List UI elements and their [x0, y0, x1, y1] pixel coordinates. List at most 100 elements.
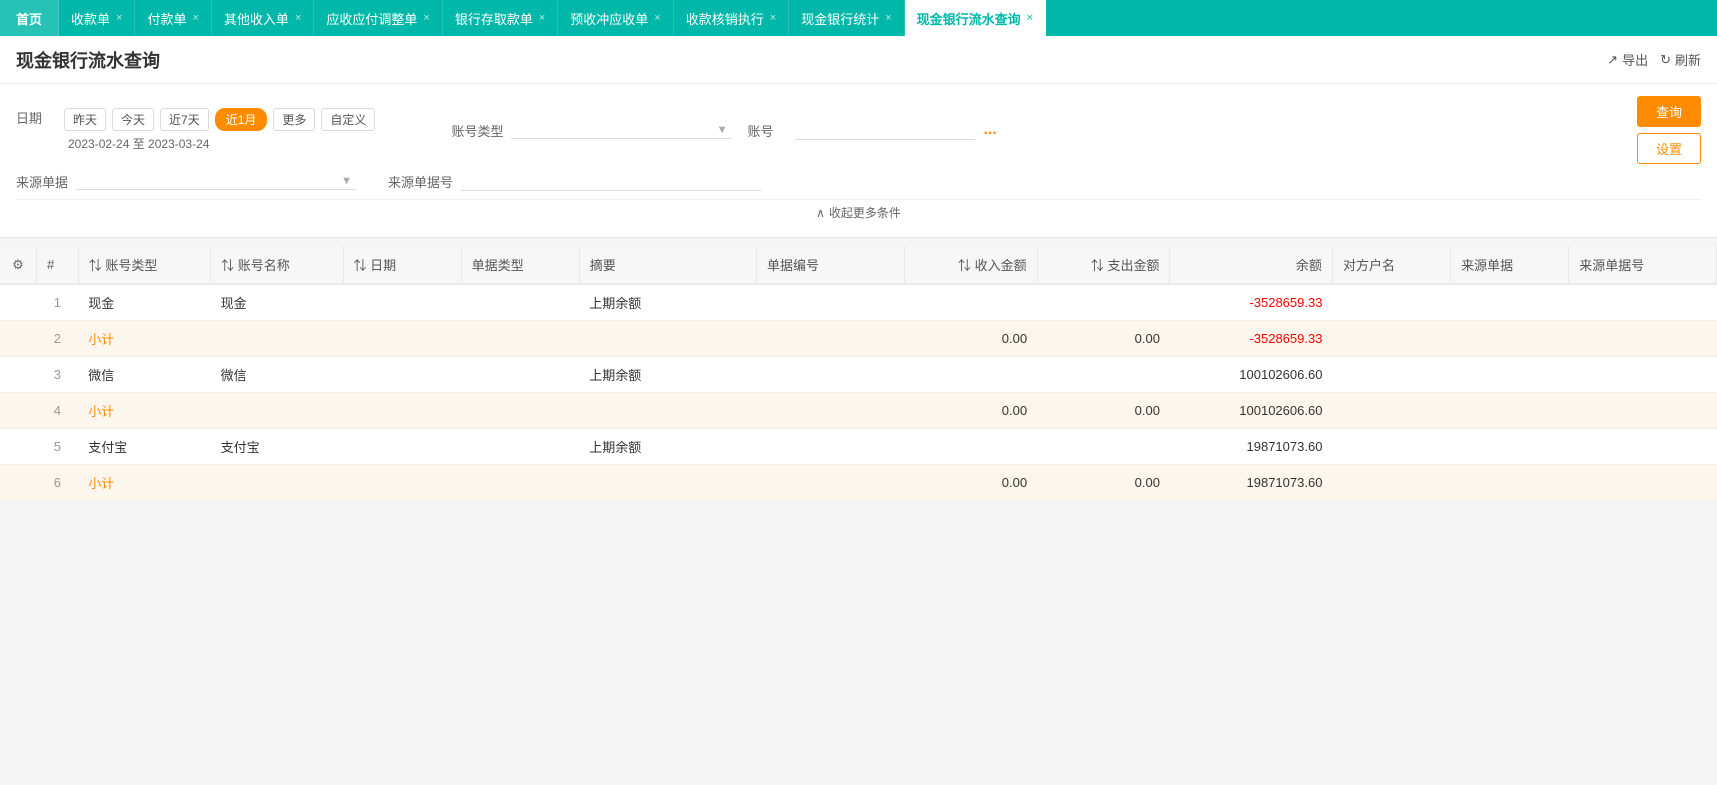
src-doc-no-filter-group: 来源单据号 — [388, 172, 761, 191]
sort-icon[interactable]: ⇅ — [1091, 258, 1104, 273]
date-btn-more[interactable]: 更多 — [273, 108, 315, 131]
close-icon[interactable]: × — [423, 12, 429, 24]
column-acct-type: ⇅ 账号类型 — [78, 246, 210, 284]
data-table-wrapper: ⚙ # ⇅ 账号类型 ⇅ 账号名称 ⇅ 日期 单据类型 — [0, 246, 1717, 501]
export-button[interactable]: ↗ 导出 — [1607, 50, 1648, 69]
table-row: 6 小计 0.00 0.00 19871073.60 — [0, 465, 1717, 501]
nav-tab-label: 付款单 — [147, 9, 186, 28]
close-icon[interactable]: × — [885, 12, 891, 24]
row-doc-no — [757, 357, 905, 393]
close-icon[interactable]: × — [1027, 12, 1033, 24]
row-summary — [579, 393, 756, 429]
row-summary — [579, 321, 756, 357]
row-counterpart — [1332, 393, 1450, 429]
date-btn-today[interactable]: 今天 — [112, 108, 154, 131]
row-summary: 上期余额 — [579, 429, 756, 465]
export-icon: ↗ — [1607, 52, 1618, 68]
column-counterpart: 对方户名 — [1332, 246, 1450, 284]
row-doc-type — [461, 357, 579, 393]
nav-tab-bank-stats[interactable]: 现金银行统计 × — [789, 0, 904, 36]
refresh-button[interactable]: ↻ 刷新 — [1660, 50, 1701, 69]
acct-no-label: 账号 — [747, 121, 787, 140]
acct-no-input[interactable] — [795, 121, 975, 140]
row-acct-name — [211, 393, 343, 429]
settings-button[interactable]: 设置 — [1637, 133, 1701, 164]
acct-type-select[interactable]: ▼ — [511, 122, 731, 139]
row-src-doc — [1451, 321, 1569, 357]
nav-tab-receipts[interactable]: 收款单 × — [59, 0, 135, 36]
row-date — [343, 429, 461, 465]
row-expense — [1037, 284, 1170, 321]
row-counterpart — [1332, 357, 1450, 393]
date-btn-custom[interactable]: 自定义 — [321, 108, 375, 131]
row-expense: 0.00 — [1037, 321, 1170, 357]
row-balance: 19871073.60 — [1170, 465, 1332, 501]
nav-tab-bank-deposit[interactable]: 银行存取款单 × — [443, 0, 558, 36]
close-icon[interactable]: × — [192, 12, 198, 24]
close-icon[interactable]: × — [539, 12, 545, 24]
column-acct-name: ⇅ 账号名称 — [211, 246, 343, 284]
nav-home-label: 首页 — [16, 9, 42, 28]
row-src-doc-no — [1569, 321, 1717, 357]
row-doc-no — [757, 465, 905, 501]
nav-tab-other-income[interactable]: 其他收入单 × — [212, 0, 314, 36]
row-acct-type: 小计 — [78, 465, 210, 501]
export-label: 导出 — [1622, 50, 1648, 69]
filter-area: 日期 昨天 今天 近7天 近1月 更多 自定义 2023-02-24 至 202… — [0, 84, 1717, 238]
gear-icon[interactable]: ⚙ — [10, 257, 26, 273]
column-expense: ⇅ 支出金额 — [1037, 246, 1170, 284]
row-number: 1 — [37, 284, 79, 321]
row-expense — [1037, 357, 1170, 393]
row-doc-no — [757, 321, 905, 357]
row-balance: 19871073.60 — [1170, 429, 1332, 465]
dots-button[interactable]: ... — [983, 121, 996, 139]
header-actions: ↗ 导出 ↻ 刷新 — [1607, 50, 1701, 69]
row-balance: 100102606.60 — [1170, 393, 1332, 429]
table-row: 5 支付宝 支付宝 上期余额 19871073.60 — [0, 429, 1717, 465]
close-icon[interactable]: × — [295, 12, 301, 24]
row-doc-type — [461, 393, 579, 429]
close-icon[interactable]: × — [654, 12, 660, 24]
row-src-doc — [1451, 393, 1569, 429]
nav-tab-label: 现金银行统计 — [801, 9, 879, 28]
src-doc-no-label: 来源单据号 — [388, 172, 453, 191]
row-acct-name — [211, 465, 343, 501]
nav-tab-payments[interactable]: 付款单 × — [135, 0, 211, 36]
row-balance: -3528659.33 — [1170, 284, 1332, 321]
date-label: 日期 — [16, 108, 56, 127]
nav-tab-adjust[interactable]: 应收应付调整单 × — [314, 0, 442, 36]
nav-tab-verify[interactable]: 收款核销执行 × — [674, 0, 789, 36]
row-number: 4 — [37, 393, 79, 429]
page-title: 现金银行流水查询 — [16, 47, 160, 73]
table-header-row: ⚙ # ⇅ 账号类型 ⇅ 账号名称 ⇅ 日期 单据类型 — [0, 246, 1717, 284]
nav-tab-prepay[interactable]: 预收冲应收单 × — [558, 0, 673, 36]
nav-tab-bank-flow[interactable]: 现金银行流水查询 × — [905, 0, 1046, 36]
query-button[interactable]: 查询 — [1637, 96, 1701, 127]
collapse-button[interactable]: ∧ 收起更多条件 — [16, 199, 1701, 225]
row-doc-type — [461, 321, 579, 357]
row-number: 3 — [37, 357, 79, 393]
row-doc-type — [461, 465, 579, 501]
sort-icon[interactable]: ⇅ — [958, 258, 971, 273]
table-row: 3 微信 微信 上期余额 100102606.60 — [0, 357, 1717, 393]
row-src-doc-no — [1569, 284, 1717, 321]
row-summary — [579, 465, 756, 501]
nav-home[interactable]: 首页 — [0, 0, 59, 36]
nav-tab-label: 应收应付调整单 — [326, 9, 417, 28]
close-icon[interactable]: × — [770, 12, 776, 24]
nav-tab-label: 现金银行流水查询 — [917, 9, 1021, 28]
date-btn-1month[interactable]: 近1月 — [215, 108, 268, 131]
date-btn-7days[interactable]: 近7天 — [160, 108, 209, 131]
row-income — [904, 429, 1037, 465]
chevron-down-icon: ▼ — [717, 124, 728, 136]
sort-icon[interactable]: ⇅ — [221, 258, 234, 273]
top-nav: 首页 收款单 × 付款单 × 其他收入单 × 应收应付调整单 × 银行存取款单 … — [0, 0, 1717, 36]
src-doc-select[interactable]: ▼ — [76, 173, 356, 190]
date-btn-yesterday[interactable]: 昨天 — [64, 108, 106, 131]
sort-icon[interactable]: ⇅ — [354, 258, 367, 273]
src-doc-no-input[interactable] — [461, 172, 761, 191]
row-doc-no — [757, 284, 905, 321]
close-icon[interactable]: × — [116, 12, 122, 24]
date-options: 昨天 今天 近7天 近1月 更多 自定义 — [64, 108, 375, 131]
sort-icon[interactable]: ⇅ — [89, 258, 102, 273]
